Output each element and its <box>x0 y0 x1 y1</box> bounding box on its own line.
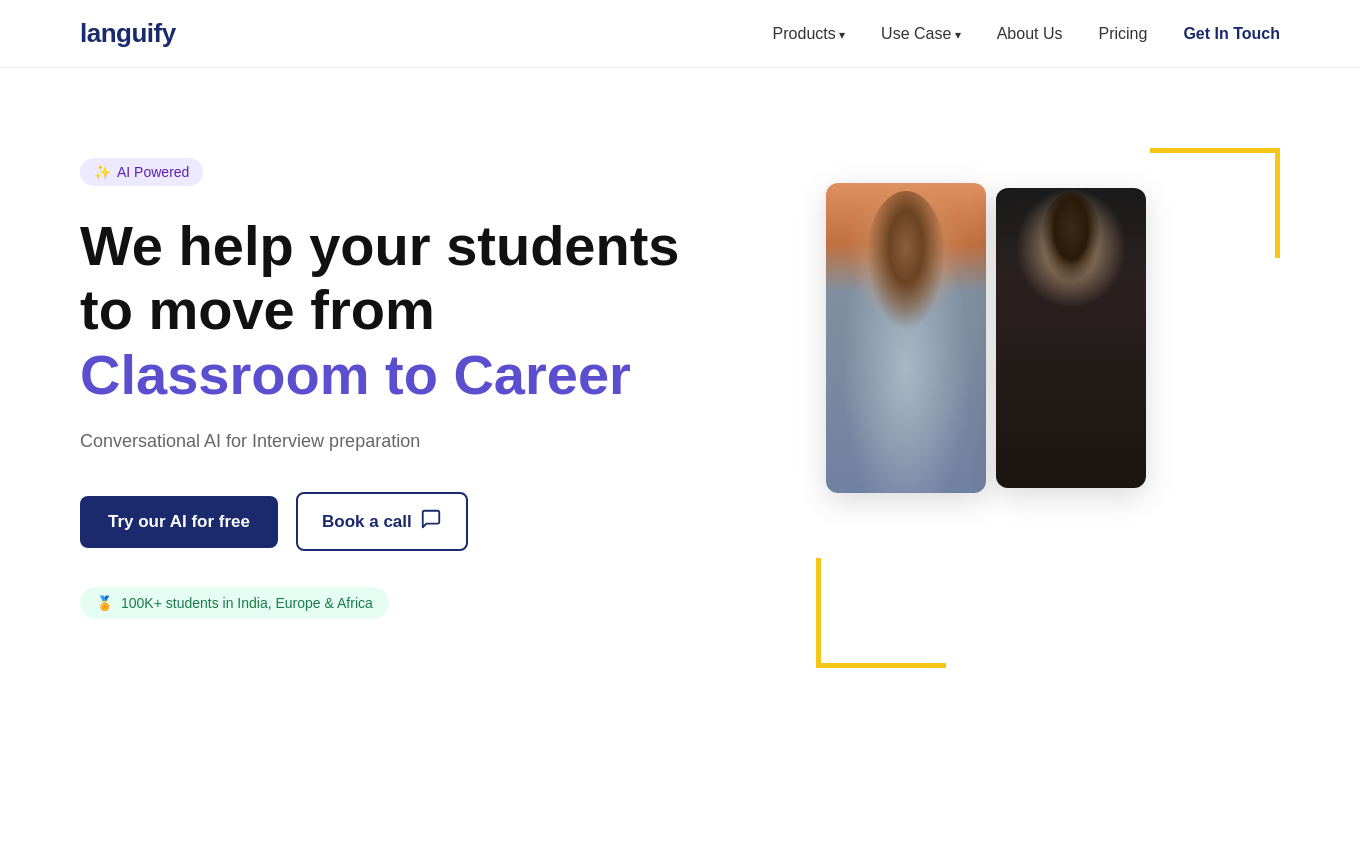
try-ai-button[interactable]: Try our AI for free <box>80 496 278 548</box>
book-call-button[interactable]: Book a call <box>296 492 468 551</box>
students-badge: 🏅 100K+ students in India, Europe & Afri… <box>80 587 389 619</box>
students-badge-text: 100K+ students in India, Europe & Africa <box>121 595 373 611</box>
nav-item-products[interactable]: Products <box>773 25 845 43</box>
book-call-label: Book a call <box>322 512 412 532</box>
ai-badge-icon: ✨ <box>94 164 111 180</box>
bracket-bottom-left-decoration <box>816 558 946 668</box>
hero-subtext: Conversational AI for Interview preparat… <box>80 431 740 452</box>
medal-icon: 🏅 <box>96 595 113 611</box>
nav-item-get-in-touch[interactable]: Get In Touch <box>1183 25 1280 43</box>
hero-images <box>776 148 1280 688</box>
get-in-touch-link[interactable]: Get In Touch <box>1183 25 1280 42</box>
hero-content: ✨ AI Powered We help your students to mo… <box>80 138 740 619</box>
use-case-link[interactable]: Use Case <box>881 25 961 42</box>
hero-headline-highlight: Classroom to Career <box>80 343 631 406</box>
nav-item-about-us[interactable]: About Us <box>997 25 1063 43</box>
hero-headline-start: We help your students to move from <box>80 214 679 341</box>
ai-badge-text: AI Powered <box>117 164 189 180</box>
navbar: languify Products Use Case About Us Pric… <box>0 0 1360 68</box>
man-photo <box>996 188 1146 488</box>
ai-powered-badge: ✨ AI Powered <box>80 158 203 186</box>
hero-headline: We help your students to move from Class… <box>80 214 700 407</box>
about-us-link[interactable]: About Us <box>997 25 1063 42</box>
products-link[interactable]: Products <box>773 25 845 42</box>
pricing-link[interactable]: Pricing <box>1099 25 1148 42</box>
woman-photo <box>826 183 986 493</box>
photo-card-man <box>996 188 1146 488</box>
chat-icon <box>420 508 442 535</box>
photo-card-woman <box>826 183 986 493</box>
nav-item-pricing[interactable]: Pricing <box>1099 25 1148 43</box>
bracket-top-right-decoration <box>1150 148 1280 258</box>
nav-links: Products Use Case About Us Pricing Get I… <box>773 25 1280 43</box>
cta-row: Try our AI for free Book a call <box>80 492 740 551</box>
hero-section: ✨ AI Powered We help your students to mo… <box>0 68 1360 828</box>
logo[interactable]: languify <box>80 18 176 49</box>
nav-item-use-case[interactable]: Use Case <box>881 25 961 43</box>
